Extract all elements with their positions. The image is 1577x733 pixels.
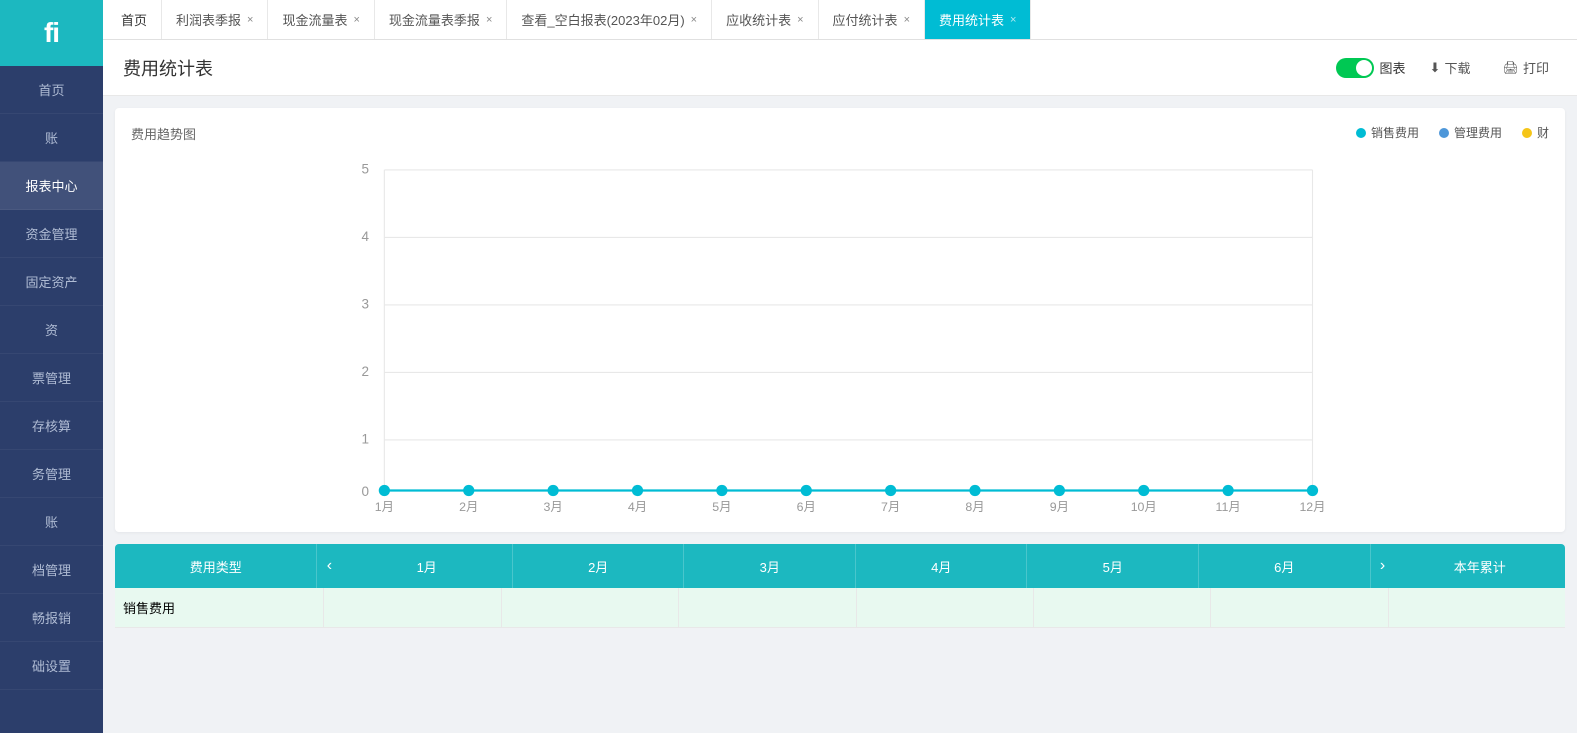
line-chart: 5 4 3 2 1 0	[131, 153, 1549, 513]
tab-home[interactable]: 首页	[107, 0, 162, 40]
sidebar-item-basic-settings[interactable]: 础设置	[0, 642, 103, 690]
svg-text:6月: 6月	[797, 500, 816, 513]
svg-text:12月: 12月	[1299, 500, 1325, 513]
td-year-total-val	[1389, 588, 1565, 627]
header-actions: 图表 ⬇ 下载 🖨 打印	[1336, 54, 1557, 81]
td-month-6-val	[1211, 588, 1388, 627]
td-month-3-val	[679, 588, 856, 627]
sidebar-item-fixed-assets[interactable]: 固定资产	[0, 258, 103, 306]
app-logo: fi	[0, 0, 103, 66]
tab-expense-stats[interactable]: 费用统计表 ×	[925, 0, 1031, 40]
sidebar-item-assets[interactable]: 资	[0, 306, 103, 354]
sidebar-item-invoice-mgmt[interactable]: 票管理	[0, 354, 103, 402]
sidebar-item-write-off[interactable]: 畅报销	[0, 594, 103, 642]
th-month-2: 2月	[513, 544, 685, 588]
td-month-4-val	[857, 588, 1034, 627]
sidebar-item-fund-mgmt[interactable]: 资金管理	[0, 210, 103, 258]
legend-label-sales: 销售费用	[1371, 124, 1419, 141]
tabs-bar: 首页 利润表季报 × 现金流量表 × 现金流量表季报 × 查看_空白报表(202…	[103, 0, 1577, 40]
legend-sales-expense: 销售费用	[1356, 124, 1419, 141]
th-month-4: 4月	[856, 544, 1028, 588]
sidebar-item-archive-mgmt[interactable]: 档管理	[0, 546, 103, 594]
chart-title: 费用趋势图	[131, 124, 196, 143]
svg-text:4月: 4月	[628, 500, 647, 513]
close-icon[interactable]: ×	[247, 14, 253, 26]
svg-text:11月: 11月	[1216, 500, 1241, 513]
sidebar-item-report-center[interactable]: 报表中心	[0, 162, 103, 210]
prev-month-button[interactable]: ‹	[317, 557, 341, 575]
main-area: 首页 利润表季报 × 现金流量表 × 现金流量表季报 × 查看_空白报表(202…	[103, 0, 1577, 733]
td-month-5-val	[1034, 588, 1211, 627]
th-month-6: 6月	[1199, 544, 1371, 588]
close-icon[interactable]: ×	[797, 14, 803, 26]
download-icon: ⬇	[1430, 60, 1441, 76]
svg-text:2: 2	[361, 364, 369, 379]
print-icon: 🖨	[1502, 60, 1519, 76]
th-year-total: 本年累计	[1395, 544, 1566, 588]
tab-cashflow[interactable]: 现金流量表 ×	[268, 0, 374, 40]
table-row: 销售费用	[115, 588, 1565, 628]
tab-receivable[interactable]: 应收统计表 ×	[712, 0, 818, 40]
close-icon[interactable]: ×	[691, 14, 697, 26]
chart-container: 费用趋势图 销售费用 管理费用 财	[115, 108, 1565, 532]
legend-dot-finance	[1522, 128, 1532, 138]
legend-label-mgmt: 管理费用	[1454, 124, 1502, 141]
th-expense-type: 费用类型	[115, 544, 317, 588]
page-header: 费用统计表 图表 ⬇ 下载 🖨 打印	[103, 40, 1577, 96]
tab-cashflow-quarterly[interactable]: 现金流量表季报 ×	[375, 0, 507, 40]
sidebar-item-accounts[interactable]: 账	[0, 498, 103, 546]
sidebar: fi 首页 账 报表中心 资金管理 固定资产 资 票管理 存核算 务管理 账 档…	[0, 0, 103, 733]
tab-profit-quarterly[interactable]: 利润表季报 ×	[162, 0, 268, 40]
svg-text:7月: 7月	[881, 500, 900, 513]
svg-text:1: 1	[361, 431, 369, 446]
legend-mgmt-expense: 管理费用	[1439, 124, 1502, 141]
chart-legend: 销售费用 管理费用 财	[1356, 124, 1549, 141]
close-icon[interactable]: ×	[904, 14, 910, 26]
page-title: 费用统计表	[123, 55, 213, 81]
table-header-row: 费用类型 ‹ 1月 2月 3月 4月 5月 6月	[115, 544, 1565, 588]
print-button[interactable]: 🖨 打印	[1494, 54, 1557, 81]
legend-label-finance: 财	[1537, 124, 1549, 141]
tab-payable[interactable]: 应付统计表 ×	[819, 0, 925, 40]
td-expense-type: 销售费用	[115, 588, 324, 627]
legend-finance-expense: 财	[1522, 124, 1549, 141]
legend-dot-mgmt	[1439, 128, 1449, 138]
close-icon[interactable]: ×	[486, 14, 492, 26]
table-body: 销售费用	[115, 588, 1565, 628]
page-content: 费用统计表 图表 ⬇ 下载 🖨 打印 费用趋势图	[103, 40, 1577, 733]
svg-text:2月: 2月	[459, 500, 478, 513]
svg-text:5月: 5月	[712, 500, 731, 513]
svg-text:8月: 8月	[965, 500, 984, 513]
td-month-2-val	[502, 588, 679, 627]
svg-text:3月: 3月	[544, 500, 563, 513]
sidebar-item-ledger[interactable]: 账	[0, 114, 103, 162]
td-month-1-val	[324, 588, 501, 627]
sidebar-item-home[interactable]: 首页	[0, 66, 103, 114]
chart-toggle-label: 图表	[1380, 58, 1406, 77]
tab-blank-report[interactable]: 查看_空白报表(2023年02月) ×	[507, 0, 712, 40]
sidebar-item-service-mgmt[interactable]: 务管理	[0, 450, 103, 498]
svg-text:3: 3	[361, 296, 369, 311]
chart-svg-wrap: 5 4 3 2 1 0	[131, 153, 1549, 516]
close-icon[interactable]: ×	[353, 14, 359, 26]
chart-toggle-wrap: 图表	[1336, 58, 1406, 78]
next-month-button[interactable]: ›	[1371, 557, 1395, 575]
sidebar-item-inventory[interactable]: 存核算	[0, 402, 103, 450]
legend-dot-sales	[1356, 128, 1366, 138]
chart-toggle[interactable]	[1336, 58, 1374, 78]
th-month-5: 5月	[1027, 544, 1199, 588]
download-button[interactable]: ⬇ 下载	[1422, 54, 1479, 81]
svg-text:5: 5	[361, 161, 369, 176]
th-month-1: 1月	[341, 544, 513, 588]
svg-text:10月: 10月	[1131, 500, 1157, 513]
close-icon[interactable]: ×	[1010, 14, 1016, 26]
svg-text:9月: 9月	[1050, 500, 1069, 513]
svg-text:0: 0	[361, 484, 369, 499]
th-month-3: 3月	[684, 544, 856, 588]
svg-text:1月: 1月	[375, 500, 394, 513]
svg-text:4: 4	[361, 229, 369, 244]
